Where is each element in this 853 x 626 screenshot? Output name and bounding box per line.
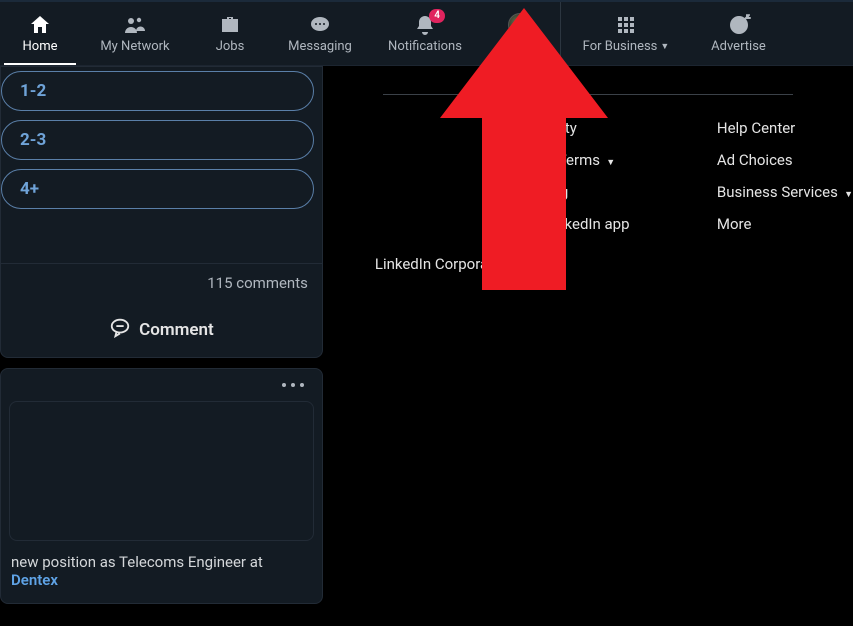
comments-count[interactable]: 115 comments: [1, 263, 322, 302]
post-menu-button[interactable]: [282, 383, 304, 387]
poll-option[interactable]: 1-2: [1, 71, 314, 111]
nav-me[interactable]: Me▼: [480, 2, 560, 65]
footer-get-app[interactable]: Get the LinkedIn app: [493, 215, 693, 233]
briefcase-icon: [218, 13, 242, 37]
footer-separator: [383, 94, 793, 95]
caret-down-icon: ▼: [842, 190, 853, 200]
nav-jobs[interactable]: Jobs: [190, 2, 270, 65]
nav-network[interactable]: My Network: [80, 2, 190, 65]
footer-help-center[interactable]: Help Center: [717, 119, 853, 137]
comment-button[interactable]: Comment: [1, 302, 322, 357]
comment-icon: [109, 316, 131, 343]
caret-down-icon: ▼: [526, 41, 535, 52]
poll-option[interactable]: 4+: [1, 169, 314, 209]
nav-advertise[interactable]: Advertise: [691, 2, 786, 65]
poll-card: 1-2 2-3 4+ 115 comments Comment: [0, 66, 323, 358]
post-card: new position as Telecoms Engineer at Den…: [0, 368, 323, 604]
nav-me-label: Me▼: [505, 39, 535, 54]
post-text: new position as Telecoms Engineer at Den…: [1, 549, 322, 603]
nav-messaging[interactable]: Messaging: [270, 2, 370, 65]
top-navigation: Home My Network Jobs Messaging 4 Notific…: [0, 0, 853, 66]
poll-option[interactable]: 2-3: [1, 120, 314, 160]
target-icon: [727, 13, 751, 37]
footer-copyright: LinkedIn Corporation © 2023: [323, 255, 853, 273]
avatar: [508, 13, 532, 37]
comment-label: Comment: [139, 320, 214, 340]
nav-notifications[interactable]: 4 Notifications: [370, 2, 480, 65]
footer-advertising[interactable]: Advertising: [493, 183, 693, 201]
caret-down-icon: ▼: [660, 41, 669, 52]
nav-notifications-label: Notifications: [388, 39, 462, 54]
nav-for-business[interactable]: For Business▼: [561, 2, 691, 65]
notifications-badge: 4: [429, 9, 445, 23]
footer-ad-choices[interactable]: Ad Choices: [717, 151, 853, 169]
caret-down-icon: ▼: [604, 158, 615, 168]
nav-jobs-label: Jobs: [216, 39, 245, 54]
message-icon: [308, 13, 332, 37]
footer-business-services[interactable]: Business Services ▼: [717, 183, 853, 201]
nav-messaging-label: Messaging: [288, 39, 352, 54]
footer-accessibility[interactable]: Accessibility: [493, 119, 693, 137]
feed-column: 1-2 2-3 4+ 115 comments Comment new posi…: [0, 66, 323, 626]
post-company-link[interactable]: Dentex: [11, 571, 58, 589]
grid-icon: [614, 13, 638, 37]
footer-privacy[interactable]: Privacy & Terms ▼: [493, 151, 693, 169]
nav-for-business-label: For Business▼: [583, 39, 670, 54]
nav-home[interactable]: Home: [0, 2, 80, 65]
nav-home-label: Home: [23, 39, 58, 54]
nav-advertise-label: Advertise: [711, 39, 766, 54]
bell-icon: 4: [413, 13, 437, 37]
people-icon: [123, 13, 147, 37]
home-icon: [28, 13, 52, 37]
nav-network-label: My Network: [100, 39, 169, 54]
footer-more[interactable]: More: [717, 215, 853, 233]
post-body: [9, 401, 314, 541]
footer-sidebar: Accessibility Help Center Privacy & Term…: [323, 66, 853, 626]
